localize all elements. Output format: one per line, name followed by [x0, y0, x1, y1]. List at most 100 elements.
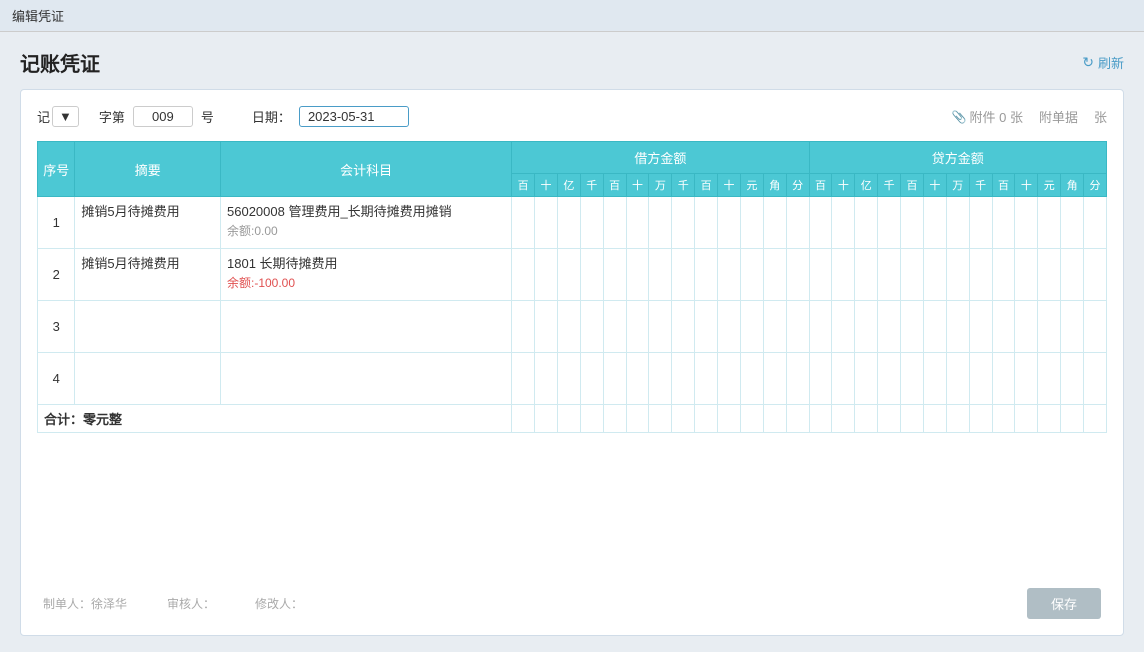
- creator-label: 制单人：: [43, 597, 91, 611]
- row4-summary[interactable]: [75, 353, 221, 405]
- row1-d2[interactable]: [535, 197, 558, 249]
- toolbar-right: 📎 附件 0 张 附单据 张: [952, 107, 1107, 126]
- row1-c2[interactable]: [832, 197, 855, 249]
- row2-c13[interactable]: [1084, 249, 1107, 301]
- row1-d10[interactable]: [718, 197, 741, 249]
- row1-account[interactable]: 56020008 管理费用_长期待摊费用摊销 余额:0.00: [221, 197, 512, 249]
- row3-seq: 3: [38, 301, 75, 353]
- save-button[interactable]: 保存: [1027, 588, 1101, 619]
- row2-d4[interactable]: [580, 249, 603, 301]
- row2-c11[interactable]: [1038, 249, 1061, 301]
- refresh-button[interactable]: ↻ 刷新: [1082, 53, 1124, 72]
- row2-c3[interactable]: [855, 249, 878, 301]
- row2-c9[interactable]: [992, 249, 1015, 301]
- total-label: 合计：零元整: [38, 405, 512, 433]
- table-row[interactable]: 1 摊销5月待摊费用 56020008 管理费用_长期待摊费用摊销 余额:0.0…: [38, 197, 1107, 249]
- col-header-account: 会计科目: [221, 142, 512, 197]
- row1-c9[interactable]: [992, 197, 1015, 249]
- ch-7: 万: [946, 174, 969, 197]
- dh-6: 十: [626, 174, 649, 197]
- row2-c5[interactable]: [901, 249, 924, 301]
- refresh-icon: ↻: [1082, 54, 1094, 71]
- row3-summary[interactable]: [75, 301, 221, 353]
- row2-d6[interactable]: [626, 249, 649, 301]
- row2-c12[interactable]: [1061, 249, 1084, 301]
- row2-d2[interactable]: [535, 249, 558, 301]
- row1-d5[interactable]: [603, 197, 626, 249]
- row1-balance: 余额:0.00: [227, 222, 505, 239]
- dh-1: 百: [512, 174, 535, 197]
- row1-d3[interactable]: [557, 197, 580, 249]
- row1-c13[interactable]: [1084, 197, 1107, 249]
- row1-d8[interactable]: [672, 197, 695, 249]
- date-input[interactable]: [299, 106, 409, 127]
- row1-d13[interactable]: [786, 197, 809, 249]
- row1-c8[interactable]: [969, 197, 992, 249]
- row1-d1[interactable]: [512, 197, 535, 249]
- zi-label: 字第: [99, 107, 125, 126]
- total-row: 合计：零元整: [38, 405, 1107, 433]
- row3-account[interactable]: [221, 301, 512, 353]
- row2-c1[interactable]: [809, 249, 832, 301]
- row1-c3[interactable]: [855, 197, 878, 249]
- row4-seq: 4: [38, 353, 75, 405]
- row4-account[interactable]: [221, 353, 512, 405]
- row1-c12[interactable]: [1061, 197, 1084, 249]
- row2-d1[interactable]: [512, 249, 535, 301]
- row2-c7[interactable]: [946, 249, 969, 301]
- row1-d9[interactable]: [695, 197, 718, 249]
- row1-c7[interactable]: [946, 197, 969, 249]
- row1-d4[interactable]: [580, 197, 603, 249]
- row1-seq: 1: [38, 197, 75, 249]
- row1-c1[interactable]: [809, 197, 832, 249]
- dh-9: 百: [695, 174, 718, 197]
- row2-c4[interactable]: [878, 249, 901, 301]
- row1-c4[interactable]: [878, 197, 901, 249]
- table-row[interactable]: 3: [38, 301, 1107, 353]
- row2-d7[interactable]: [649, 249, 672, 301]
- row2-account[interactable]: 1801 长期待摊费用 余额:-100.00: [221, 249, 512, 301]
- row1-c6[interactable]: [923, 197, 946, 249]
- creator-section: 制单人：徐泽华: [43, 595, 127, 612]
- attachment-link[interactable]: 📎 附件 0 张: [952, 107, 1023, 126]
- ji-label: 记: [37, 107, 50, 126]
- row1-summary[interactable]: 摊销5月待摊费用: [75, 197, 221, 249]
- row1-c10[interactable]: [1015, 197, 1038, 249]
- row2-d3[interactable]: [557, 249, 580, 301]
- row2-c2[interactable]: [832, 249, 855, 301]
- row1-c11[interactable]: [1038, 197, 1061, 249]
- row2-d12[interactable]: [763, 249, 786, 301]
- refresh-label: 刷新: [1098, 53, 1124, 72]
- row1-c5[interactable]: [901, 197, 924, 249]
- dh-3: 亿: [557, 174, 580, 197]
- row2-d10[interactable]: [718, 249, 741, 301]
- ch-8: 千: [969, 174, 992, 197]
- table-scroll-container: 序号 摘要 会计科目 借方金额 贷方金额 百 十 亿 千 百 十: [37, 141, 1107, 570]
- row2-c8[interactable]: [969, 249, 992, 301]
- reviewer-section: 审核人：: [167, 595, 215, 612]
- row1-d11[interactable]: [740, 197, 763, 249]
- ch-2: 十: [832, 174, 855, 197]
- dh-5: 百: [603, 174, 626, 197]
- row2-d8[interactable]: [672, 249, 695, 301]
- row2-summary[interactable]: 摊销5月待摊费用: [75, 249, 221, 301]
- ji-dropdown[interactable]: ▼: [52, 106, 79, 127]
- table-row[interactable]: 4: [38, 353, 1107, 405]
- row1-d12[interactable]: [763, 197, 786, 249]
- row2-d9[interactable]: [695, 249, 718, 301]
- ch-1: 百: [809, 174, 832, 197]
- col-header-debit: 借方金额: [512, 142, 809, 174]
- row1-d7[interactable]: [649, 197, 672, 249]
- table-row[interactable]: 2 摊销5月待摊费用 1801 长期待摊费用 余额:-100.00: [38, 249, 1107, 301]
- attachment-label: 附件 0 张: [970, 107, 1023, 126]
- ch-13: 分: [1084, 174, 1107, 197]
- row2-c6[interactable]: [923, 249, 946, 301]
- form-toolbar: 记 ▼ 字第 号 日期： 📎 附件 0 张 附单据: [37, 106, 1107, 127]
- row1-d6[interactable]: [626, 197, 649, 249]
- row2-d11[interactable]: [740, 249, 763, 301]
- row2-c10[interactable]: [1015, 249, 1038, 301]
- row2-d5[interactable]: [603, 249, 626, 301]
- ch-9: 百: [992, 174, 1015, 197]
- zi-input[interactable]: [133, 106, 193, 127]
- row2-d13[interactable]: [786, 249, 809, 301]
